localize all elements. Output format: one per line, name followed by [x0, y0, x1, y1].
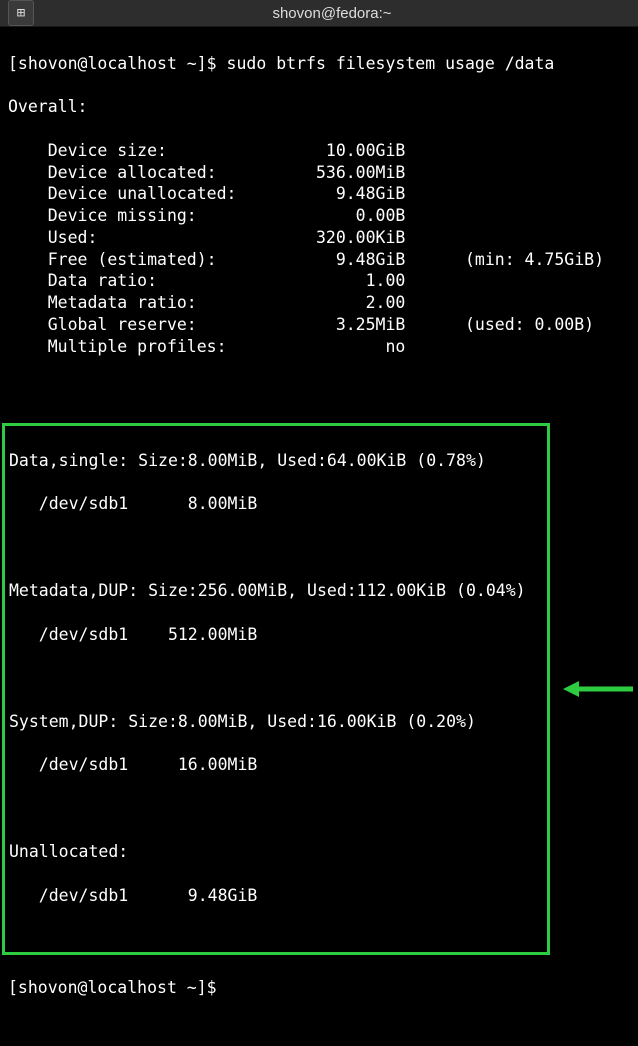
overall-row: Free (estimated): 9.48GiB (min: 4.75GiB) — [8, 249, 630, 271]
data-summary: Data,single: Size:8.00MiB, Used:64.00KiB… — [9, 450, 543, 472]
titlebar: ⊞ shovon@fedora:~ — [0, 0, 638, 27]
overall-row: Used: 320.00KiB — [8, 227, 630, 249]
overall-row: Global reserve: 3.25MiB (used: 0.00B) — [8, 314, 630, 336]
window-title: shovon@fedora:~ — [34, 5, 630, 22]
blank-line — [9, 537, 543, 559]
highlighted-section: Data,single: Size:8.00MiB, Used:64.00KiB… — [2, 423, 550, 955]
overall-header: Overall: — [8, 96, 630, 118]
prompt-line-end: [shovon@localhost ~]$ — [8, 977, 630, 999]
unallocated-header: Unallocated: — [9, 841, 543, 863]
metadata-device: /dev/sdb1 512.00MiB — [9, 624, 543, 646]
arrow-left-icon — [563, 679, 633, 699]
unallocated-device: /dev/sdb1 9.48GiB — [9, 885, 543, 907]
overall-rows: Device size: 10.00GiB Device allocated: … — [8, 140, 630, 358]
overall-row: Metadata ratio: 2.00 — [8, 292, 630, 314]
terminal-window: ⊞ shovon@fedora:~ [shovon@localhost ~]$ … — [0, 0, 638, 610]
overall-row: Device size: 10.00GiB — [8, 140, 630, 162]
overall-row: Data ratio: 1.00 — [8, 270, 630, 292]
overall-row: Multiple profiles: no — [8, 336, 630, 358]
system-device: /dev/sdb1 16.00MiB — [9, 754, 543, 776]
system-summary: System,DUP: Size:8.00MiB, Used:16.00KiB … — [9, 711, 543, 733]
blank-line — [8, 379, 630, 401]
prompt-line: [shovon@localhost ~]$ sudo btrfs filesys… — [8, 53, 630, 75]
blank-line — [9, 667, 543, 689]
plus-icon: ⊞ — [17, 5, 25, 21]
blank-line — [9, 798, 543, 820]
overall-row: Device missing: 0.00B — [8, 205, 630, 227]
terminal-output[interactable]: [shovon@localhost ~]$ sudo btrfs filesys… — [0, 27, 638, 1046]
data-device: /dev/sdb1 8.00MiB — [9, 493, 543, 515]
overall-row: Device unallocated: 9.48GiB — [8, 183, 630, 205]
overall-row: Device allocated: 536.00MiB — [8, 162, 630, 184]
metadata-summary: Metadata,DUP: Size:256.00MiB, Used:112.0… — [9, 580, 543, 602]
new-tab-button[interactable]: ⊞ — [8, 0, 34, 26]
